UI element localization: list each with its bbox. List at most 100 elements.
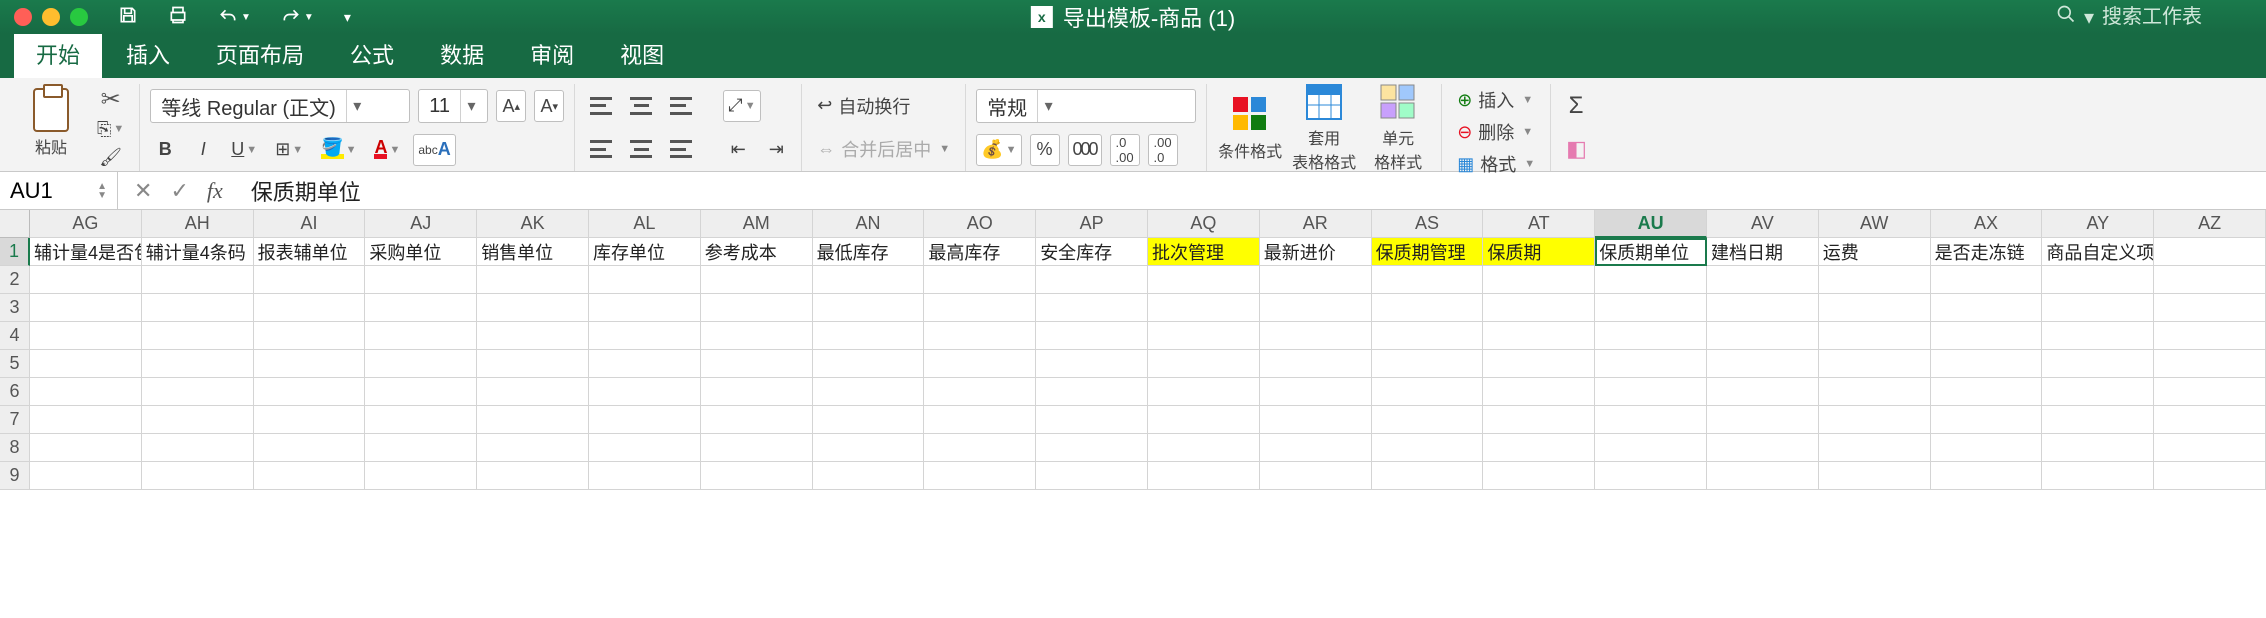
cell[interactable] [1707, 378, 1819, 406]
cell[interactable] [1036, 322, 1148, 350]
cell[interactable] [1260, 406, 1372, 434]
decrease-font-button[interactable]: A▾ [534, 90, 564, 122]
format-cells-button[interactable]: ▦格式▼ [1452, 148, 1540, 180]
cell[interactable] [924, 322, 1036, 350]
autosum-button[interactable]: Σ [1561, 90, 1591, 122]
cell[interactable]: 最新进价 [1260, 238, 1372, 266]
cell[interactable] [701, 434, 813, 462]
cell[interactable]: 库存单位 [589, 238, 701, 266]
cell[interactable]: 保质期 [1483, 238, 1595, 266]
cell[interactable] [477, 294, 589, 322]
orientation-button[interactable]: ⤢▼ [723, 90, 760, 122]
cell[interactable] [1483, 462, 1595, 490]
cell[interactable] [365, 434, 477, 462]
column-header[interactable]: AV [1707, 210, 1819, 238]
merge-center-button[interactable]: ⇔ 合并后居中 ▼ [812, 133, 955, 165]
cell[interactable] [2154, 350, 2266, 378]
column-header[interactable]: AG [30, 210, 142, 238]
cell[interactable] [1372, 322, 1484, 350]
cell[interactable] [2154, 294, 2266, 322]
comma-button[interactable]: 000 [1068, 134, 1102, 166]
cell[interactable]: 是否走冻链 [1931, 238, 2043, 266]
column-header[interactable]: AL [589, 210, 701, 238]
cell[interactable] [1372, 294, 1484, 322]
column-header[interactable]: AO [924, 210, 1036, 238]
cell[interactable] [924, 266, 1036, 294]
search-box[interactable]: ▾ [2056, 4, 2252, 30]
search-input[interactable] [2102, 6, 2252, 29]
cell[interactable] [1260, 350, 1372, 378]
cell[interactable] [2154, 378, 2266, 406]
cell[interactable] [1148, 434, 1260, 462]
cell[interactable] [2154, 238, 2266, 266]
cell[interactable] [589, 378, 701, 406]
align-right-button[interactable] [665, 133, 697, 165]
cell[interactable] [924, 294, 1036, 322]
print-icon[interactable] [168, 5, 188, 30]
increase-font-button[interactable]: A▴ [496, 90, 526, 122]
cell[interactable] [1036, 294, 1148, 322]
cell[interactable] [1595, 322, 1707, 350]
cell[interactable] [2042, 350, 2154, 378]
cell[interactable] [589, 434, 701, 462]
cell[interactable] [589, 266, 701, 294]
cell[interactable] [1931, 434, 2043, 462]
cell[interactable]: 报表辅单位 [254, 238, 366, 266]
cell[interactable] [1372, 266, 1484, 294]
cell[interactable] [1260, 266, 1372, 294]
cell[interactable] [365, 462, 477, 490]
cell[interactable] [1707, 462, 1819, 490]
paste-button[interactable]: 粘贴 [18, 84, 84, 164]
cell[interactable] [1148, 350, 1260, 378]
row-header[interactable]: 4 [0, 322, 30, 350]
cell[interactable] [477, 322, 589, 350]
row-header[interactable]: 2 [0, 266, 30, 294]
cell[interactable]: 采购单位 [365, 238, 477, 266]
cell[interactable] [1260, 294, 1372, 322]
cell[interactable] [1036, 434, 1148, 462]
cell[interactable] [1819, 434, 1931, 462]
cell[interactable] [30, 378, 142, 406]
cell[interactable]: 辅计量4是否包装单位 [30, 238, 142, 266]
tab-data[interactable]: 数据 [418, 28, 506, 78]
column-header[interactable]: AP [1036, 210, 1148, 238]
cell[interactable] [477, 350, 589, 378]
cancel-formula-button[interactable]: ✕ [134, 178, 152, 204]
cell[interactable] [2154, 266, 2266, 294]
font-size-dropdown[interactable]: 11 ▾ [418, 89, 488, 123]
cell[interactable] [1931, 378, 2043, 406]
row-header[interactable]: 5 [0, 350, 30, 378]
cell-styles-button[interactable]: 单元 格样式 [1365, 88, 1431, 168]
cell[interactable] [477, 378, 589, 406]
cell[interactable] [1483, 266, 1595, 294]
cell[interactable] [2042, 322, 2154, 350]
column-header[interactable]: AJ [365, 210, 477, 238]
cell[interactable] [142, 294, 254, 322]
cell[interactable] [1595, 294, 1707, 322]
cell[interactable] [1036, 266, 1148, 294]
tab-view[interactable]: 视图 [598, 28, 686, 78]
cell[interactable] [1483, 294, 1595, 322]
cell[interactable] [1707, 322, 1819, 350]
cell[interactable] [589, 462, 701, 490]
cell[interactable] [2154, 462, 2266, 490]
cell[interactable] [1595, 266, 1707, 294]
percent-button[interactable]: % [1030, 134, 1060, 166]
column-header[interactable]: AX [1931, 210, 2043, 238]
cell[interactable] [701, 294, 813, 322]
column-header[interactable]: AW [1819, 210, 1931, 238]
cell[interactable] [365, 294, 477, 322]
cell[interactable] [1819, 266, 1931, 294]
cell[interactable] [1819, 406, 1931, 434]
cell[interactable] [254, 434, 366, 462]
column-header[interactable]: AZ [2154, 210, 2266, 238]
cell[interactable] [701, 378, 813, 406]
close-window-button[interactable] [14, 8, 32, 26]
column-header[interactable]: AY [2042, 210, 2154, 238]
customize-qat-icon[interactable]: ▾ [344, 9, 351, 26]
cell[interactable] [1260, 378, 1372, 406]
cell[interactable] [254, 406, 366, 434]
cell[interactable] [2042, 378, 2154, 406]
row-header[interactable]: 7 [0, 406, 30, 434]
cell[interactable] [1931, 294, 2043, 322]
